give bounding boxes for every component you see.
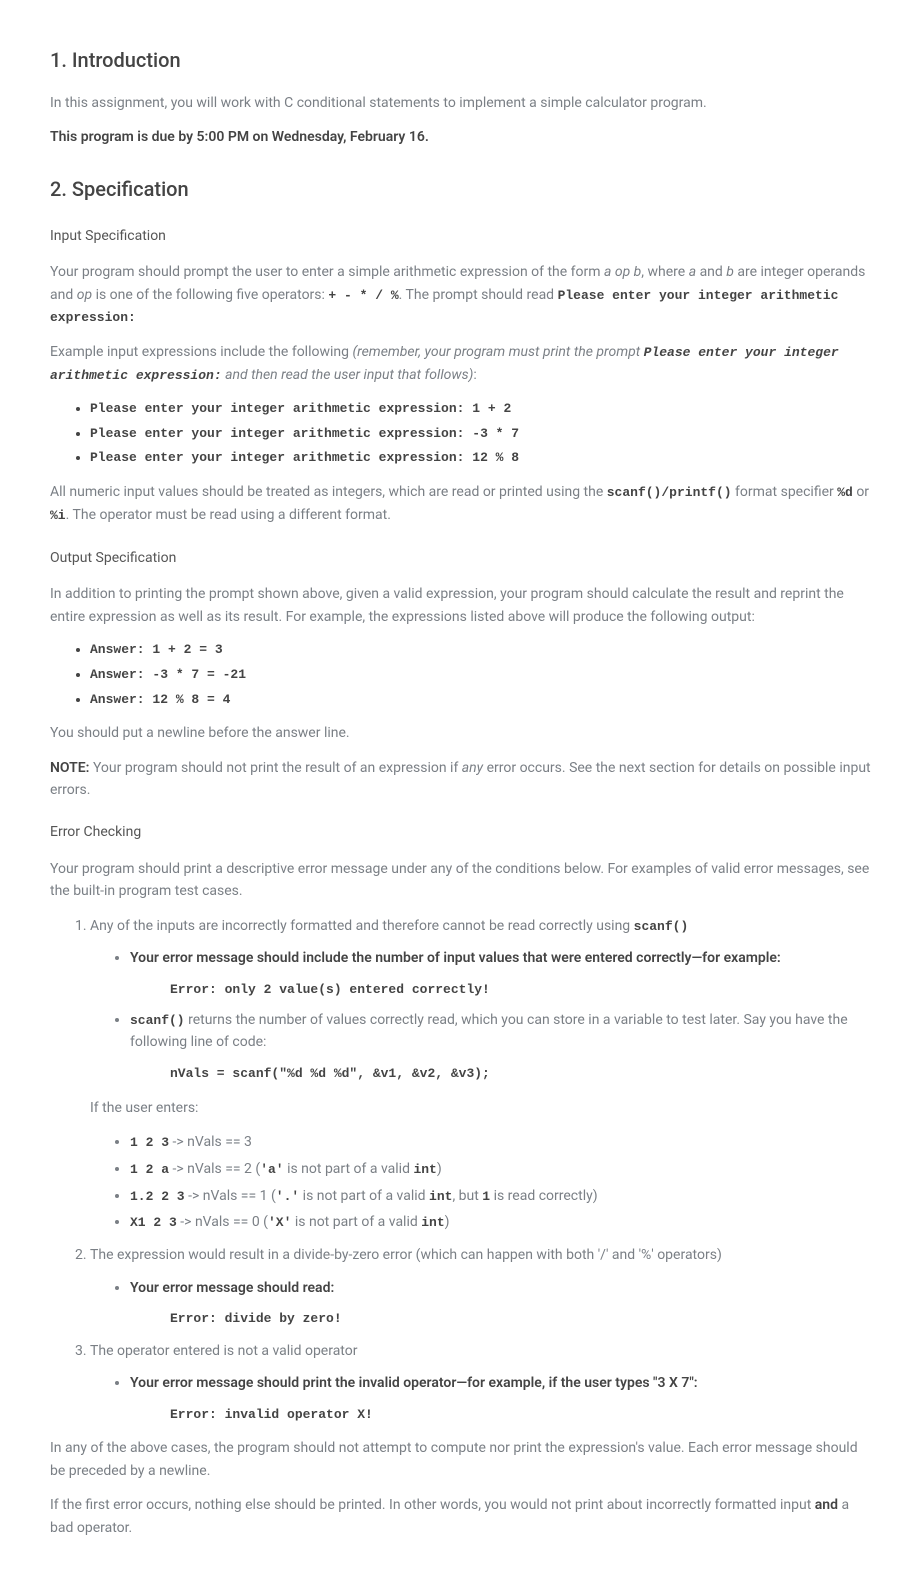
intro-p1: In this assignment, you will work with C… bbox=[50, 92, 871, 114]
list-item: Answer: -3 * 7 = -21 bbox=[90, 665, 871, 686]
error-item-1: Any of the inputs are incorrectly format… bbox=[90, 915, 871, 1235]
error-item-3: The operator entered is not a valid oper… bbox=[90, 1340, 871, 1426]
error-item-2: The expression would result in a divide-… bbox=[90, 1244, 871, 1330]
user-enters-label: If the user enters: bbox=[90, 1097, 871, 1119]
input-spec-heading: Input Specification bbox=[50, 225, 871, 247]
input-p2: Example input expressions include the fo… bbox=[50, 341, 871, 387]
list-item: scanf() returns the number of values cor… bbox=[130, 1009, 871, 1085]
error-heading: Error Checking bbox=[50, 821, 871, 843]
error-p1: Your program should print a descriptive … bbox=[50, 858, 871, 903]
error-p-last: If the first error occurs, nothing else … bbox=[50, 1494, 871, 1539]
section-2-heading: 2. Specification bbox=[50, 173, 871, 205]
list-item: Please enter your integer arithmetic exp… bbox=[90, 399, 871, 420]
input-p1: Your program should prompt the user to e… bbox=[50, 261, 871, 329]
output-example-list: Answer: 1 + 2 = 3 Answer: -3 * 7 = -21 A… bbox=[50, 640, 871, 710]
list-item: Your error message should print the inva… bbox=[130, 1372, 871, 1425]
output-spec-heading: Output Specification bbox=[50, 547, 871, 569]
output-p2: You should put a newline before the answ… bbox=[50, 722, 871, 744]
list-item: Answer: 1 + 2 = 3 bbox=[90, 640, 871, 661]
list-item: Your error message should include the nu… bbox=[130, 947, 871, 1000]
list-item: Answer: 12 % 8 = 4 bbox=[90, 690, 871, 711]
list-item: Please enter your integer arithmetic exp… bbox=[90, 448, 871, 469]
list-item: 1 2 3 -> nVals == 3 bbox=[130, 1131, 871, 1154]
list-item: Your error message should read: Error: d… bbox=[130, 1277, 871, 1330]
list-item: X1 2 3 -> nVals == 0 ('X' is not part of… bbox=[130, 1211, 871, 1234]
error-list: Any of the inputs are incorrectly format… bbox=[50, 915, 871, 1426]
list-item: Please enter your integer arithmetic exp… bbox=[90, 424, 871, 445]
error-p-after: In any of the above cases, the program s… bbox=[50, 1437, 871, 1482]
output-note: NOTE: Your program should not print the … bbox=[50, 757, 871, 802]
list-item: 1.2 2 3 -> nVals == 1 ('.' is not part o… bbox=[130, 1185, 871, 1208]
list-item: 1 2 a -> nVals == 2 ('a' is not part of … bbox=[130, 1158, 871, 1181]
section-1-heading: 1. Introduction bbox=[50, 44, 871, 76]
output-p1: In addition to printing the prompt shown… bbox=[50, 583, 871, 628]
input-p3: All numeric input values should be treat… bbox=[50, 481, 871, 527]
input-example-list: Please enter your integer arithmetic exp… bbox=[50, 399, 871, 469]
due-date: This program is due by 5:00 PM on Wednes… bbox=[50, 126, 871, 148]
